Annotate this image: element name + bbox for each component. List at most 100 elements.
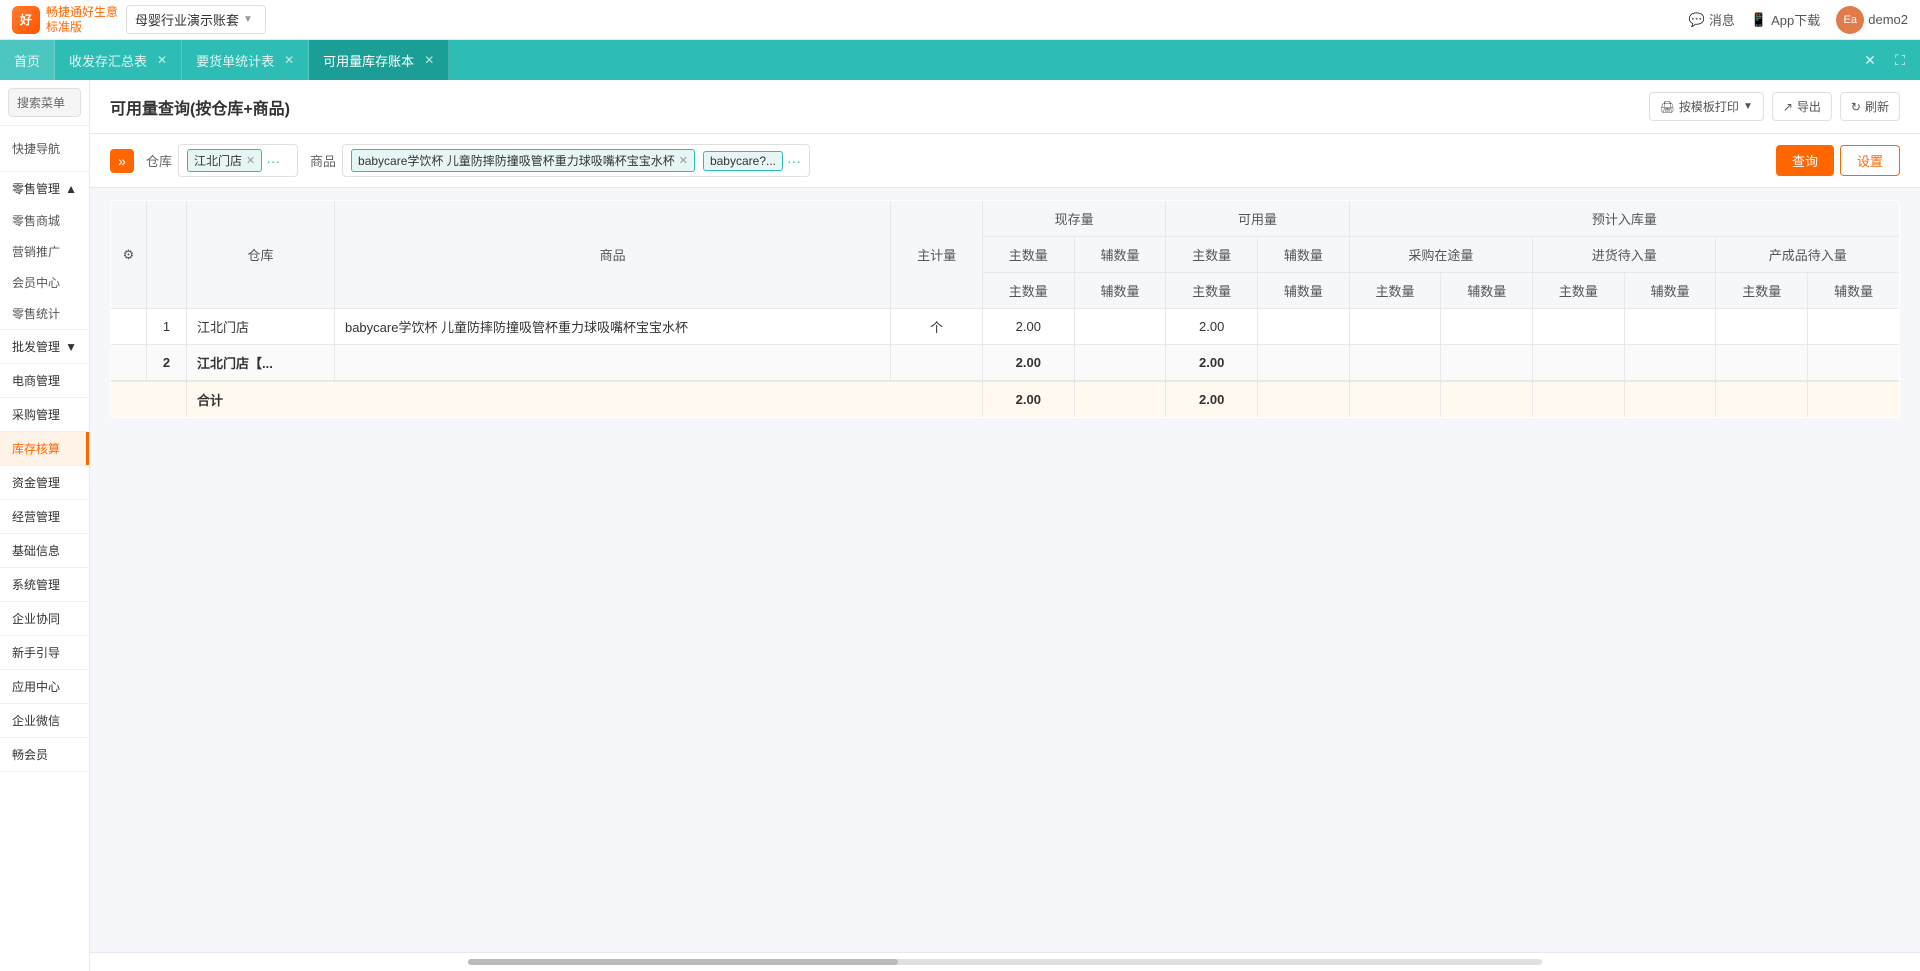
tab-available-stock[interactable]: 可用量库存账本 ✕ [309,40,449,80]
th-purchase-group: 采购在途量 [1349,237,1532,273]
table-row: 2 江北门店【... 2.00 2.00 [111,345,1900,382]
sidebar-section-wechat: 企业微信 [0,704,89,738]
sidebar-section-retail: 零售管理 ▲ 零售商城 营销推广 会员中心 零售统计 [0,172,89,330]
export-btn[interactable]: ↗ 导出 [1772,92,1832,121]
tab-close-order-stats[interactable]: ✕ [284,53,294,67]
td-purchase-aux [1441,309,1533,345]
sidebar-section-header-new-guide[interactable]: 新手引导 [0,636,89,669]
td-total-inbound-aux [1624,381,1716,418]
product-tag1-close[interactable]: ✕ [679,154,688,167]
sidebar-section-header-vip[interactable]: 畅会员 [0,738,89,771]
td-total-production-main [1716,381,1808,418]
sidebar-section-app-center: 应用中心 [0,670,89,704]
sidebar-section-header-wechat[interactable]: 企业微信 [0,704,89,737]
sidebar-section-header-operations[interactable]: 经营管理 [0,500,89,533]
page-actions: 🖨 按模板打印 ▼ ↗ 导出 ↻ 刷新 [1649,92,1900,121]
filter-toggle-btn[interactable]: » [110,149,134,173]
warehouse-input[interactable]: 江北门店 ✕ ··· [178,144,298,177]
logo-area: 好 畅捷通好生意 标准版 [12,5,118,34]
sidebar-item-member-center[interactable]: 会员中心 [0,267,89,298]
th-available-aux2: 辅数量 [1258,273,1350,309]
tab-home[interactable]: 首页 [0,40,55,80]
user-menu[interactable]: Ea demo2 [1836,6,1908,34]
th-settings[interactable]: ⚙ [111,201,147,309]
refresh-icon: ↻ [1851,100,1861,114]
settings-icon: ⚙ [123,247,135,262]
td-purchase-main [1349,345,1441,382]
th-available-aux: 辅数量 [1258,237,1350,273]
th-production-main: 主数量 [1716,273,1808,309]
tab-close-receipt-summary[interactable]: ✕ [157,53,167,67]
sidebar-section-header-purchase[interactable]: 采购管理 [0,398,89,431]
scrollbar-thumb[interactable] [468,959,898,965]
print-template-btn[interactable]: 🖨 按模板打印 ▼ [1649,92,1764,121]
product-filter-group: 商品 babycare学饮杯 儿童防摔防撞吸管杯重力球吸嘴杯宝宝水杯 ✕ bab… [310,144,810,177]
th-inbound-aux: 辅数量 [1624,273,1716,309]
sidebar-section-enterprise: 企业协同 [0,602,89,636]
sidebar-section-vip: 畅会员 [0,738,89,772]
td-purchase-main [1349,309,1441,345]
td-warehouse: 江北门店【... [187,345,335,382]
sidebar-section-finance: 资金管理 [0,466,89,500]
message-btn[interactable]: 💬 消息 [1689,10,1735,29]
chevron-down-icon: ▼ [1743,101,1753,112]
sidebar-section-header-inventory[interactable]: 库存核算 [0,432,89,465]
app-download-btn[interactable]: 📱 App下载 [1751,10,1820,29]
tab-order-stats[interactable]: 要货单统计表 ✕ [182,40,309,80]
td-product: babycare学饮杯 儿童防摔防撞吸管杯重力球吸嘴杯宝宝水杯 [334,309,890,345]
td-total-label: 合计 [187,381,983,418]
th-stock-aux: 辅数量 [1074,237,1166,273]
tab-bar: 首页 收发存汇总表 ✕ 要货单统计表 ✕ 可用量库存账本 ✕ ✕ ⛶ [0,40,1920,80]
table-wrapper: ⚙ 仓库 商品 主计量 现存量 可用量 预计入库量 主数量 辅数量 主数量 [90,188,1920,952]
product-tag-1: babycare学饮杯 儿童防摔防撞吸管杯重力球吸嘴杯宝宝水杯 ✕ [351,149,695,172]
td-stock-main: 2.00 [982,309,1074,345]
export-icon: ↗ [1783,100,1793,114]
top-bar: 好 畅捷通好生意 标准版 母婴行业演示账套 ▼ 💬 消息 📱 App下载 Ea … [0,0,1920,40]
product-more-btn[interactable]: ··· [787,153,801,169]
th-forecast-group: 预计入库量 [1349,201,1899,237]
td-stock-aux [1074,345,1166,382]
td-total-stock-main: 2.00 [982,381,1074,418]
sidebar-item-retail-stats[interactable]: 零售统计 [0,298,89,329]
td-total-purchase-aux [1441,381,1533,418]
sidebar-section-header-system[interactable]: 系统管理 [0,568,89,601]
search-menu-btn[interactable]: 搜索菜单 [8,88,81,117]
logo-icon: 好 [12,6,40,34]
sidebar-section-header-finance[interactable]: 资金管理 [0,466,89,499]
query-btn[interactable]: 查询 [1776,145,1834,176]
tab-close-available-stock[interactable]: ✕ [424,53,434,67]
th-stock-group: 现存量 [982,201,1165,237]
product-input[interactable]: babycare学饮杯 儿童防摔防撞吸管杯重力球吸嘴杯宝宝水杯 ✕ babyca… [342,144,810,177]
settings-btn[interactable]: 设置 [1840,145,1900,176]
refresh-btn[interactable]: ↻ 刷新 [1840,92,1900,121]
sidebar-section-new-guide: 新手引导 [0,636,89,670]
td-production-main [1716,345,1808,382]
sidebar-section-header-basic-info[interactable]: 基础信息 [0,534,89,567]
warehouse-more-btn[interactable]: ··· [266,153,280,169]
tab-receipt-summary[interactable]: 收发存汇总表 ✕ [55,40,182,80]
chevron-icon: ▲ [65,182,77,196]
maximize-btn[interactable]: ⛶ [1888,48,1912,72]
sidebar-section-header-retail[interactable]: 零售管理 ▲ [0,172,89,205]
scrollbar-track[interactable] [468,959,1542,965]
sidebar-item-quick-nav[interactable]: 快捷导航 [0,132,89,165]
sidebar-section-header-app-center[interactable]: 应用中心 [0,670,89,703]
page-title: 可用量查询(按仓库+商品) [110,95,290,119]
th-purchase-aux: 辅数量 [1441,273,1533,309]
td-total-available-aux [1258,381,1350,418]
sidebar-item-marketing[interactable]: 营销推广 [0,236,89,267]
sidebar-section-header-wholesale[interactable]: 批发管理 ▼ [0,330,89,363]
tab-bar-end: ✕ ⛶ [1850,40,1920,80]
th-main-unit: 主计量 [891,201,983,309]
sidebar-item-retail-mall[interactable]: 零售商城 [0,205,89,236]
sidebar-section-header-enterprise[interactable]: 企业协同 [0,602,89,635]
th-available-main: 主数量 [1166,237,1258,273]
close-all-tabs-btn[interactable]: ✕ [1858,48,1882,72]
company-selector[interactable]: 母婴行业演示账套 ▼ [126,5,266,34]
chevron-down-icon: ▼ [243,14,253,25]
td-available-main: 2.00 [1166,345,1258,382]
th-purchase-main: 主数量 [1349,273,1441,309]
sidebar-section-header-ecommerce[interactable]: 电商管理 [0,364,89,397]
warehouse-tag-close[interactable]: ✕ [246,154,255,167]
th-production-aux: 辅数量 [1808,273,1900,309]
